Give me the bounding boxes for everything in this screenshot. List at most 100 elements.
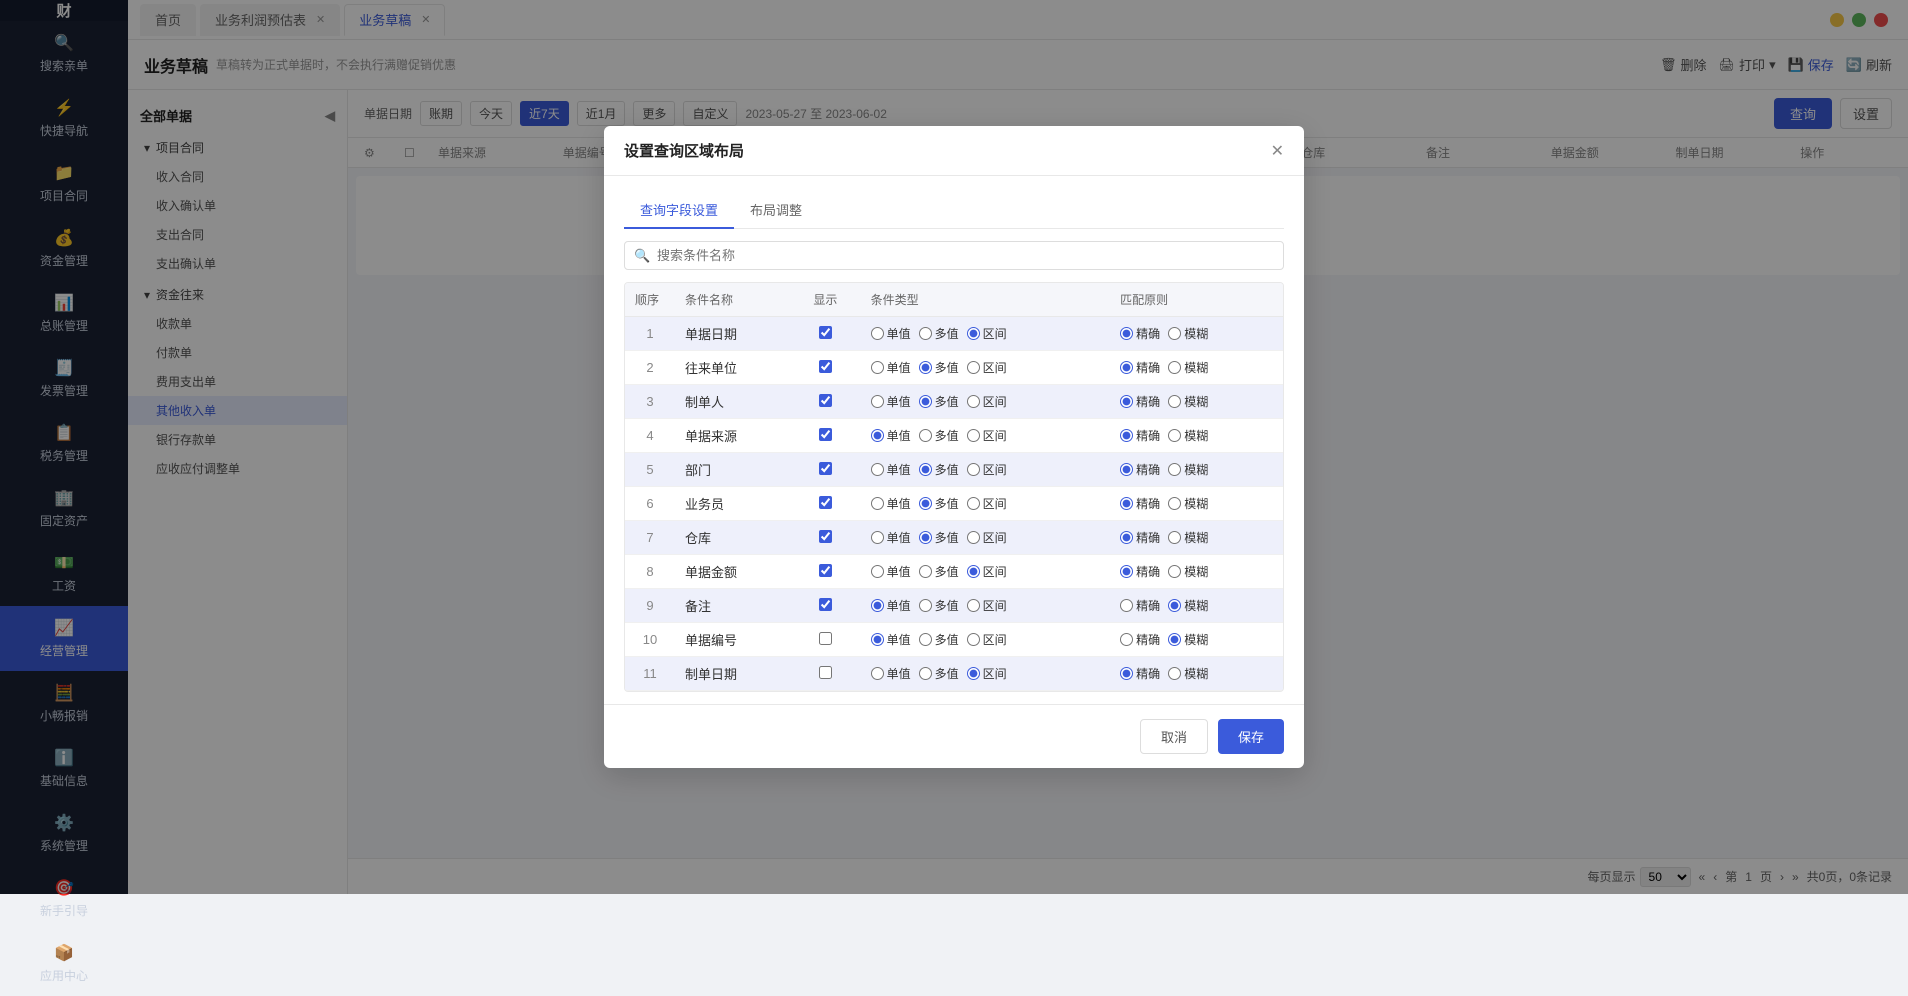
cancel-button[interactable]: 取消 — [1140, 719, 1208, 754]
radio-exact[interactable]: 精确 — [1120, 495, 1160, 512]
radio-exact[interactable]: 精确 — [1120, 427, 1160, 444]
radio-single[interactable]: 单值 — [871, 563, 911, 580]
radio-exact[interactable]: 精确 — [1120, 597, 1160, 614]
modal-close-button[interactable]: ✕ — [1271, 141, 1284, 161]
row-match[interactable]: 精确 模糊 — [1110, 385, 1283, 419]
radio-range[interactable]: 区间 — [967, 325, 1007, 342]
radio-range[interactable]: 区间 — [967, 597, 1007, 614]
modal-save-button[interactable]: 保存 — [1218, 719, 1284, 754]
radio-multi[interactable]: 多值 — [919, 631, 959, 648]
row-type[interactable]: 单值 多值 区间 — [861, 351, 1111, 385]
radio-single[interactable]: 单值 — [871, 427, 911, 444]
row-match[interactable]: 精确 模糊 — [1110, 487, 1283, 521]
row-display[interactable] — [790, 419, 860, 453]
row-display[interactable] — [790, 385, 860, 419]
row-type[interactable]: 单值 多值 区间 — [861, 487, 1111, 521]
radio-range[interactable]: 区间 — [967, 461, 1007, 478]
row-match[interactable]: 精确 模糊 — [1110, 317, 1283, 351]
radio-exact[interactable]: 精确 — [1120, 359, 1160, 376]
radio-range[interactable]: 区间 — [967, 427, 1007, 444]
radio-single[interactable]: 单值 — [871, 631, 911, 648]
radio-range[interactable]: 区间 — [967, 631, 1007, 648]
row-type[interactable]: 单值 多值 区间 — [861, 385, 1111, 419]
row-type[interactable]: 单值 多值 区间 — [861, 589, 1111, 623]
th-display: 显示 — [790, 283, 860, 317]
row-type[interactable]: 单值 多值 区间 — [861, 657, 1111, 691]
row-match[interactable]: 精确 模糊 — [1110, 419, 1283, 453]
row-type[interactable]: 单值 多值 区间 — [861, 555, 1111, 589]
row-display[interactable] — [790, 555, 860, 589]
row-display[interactable] — [790, 623, 860, 657]
row-type[interactable]: 单值 多值 区间 — [861, 419, 1111, 453]
modal-tab-layout[interactable]: 布局调整 — [734, 192, 818, 229]
radio-multi[interactable]: 多值 — [919, 529, 959, 546]
radio-single[interactable]: 单值 — [871, 495, 911, 512]
radio-multi[interactable]: 多值 — [919, 665, 959, 682]
radio-multi[interactable]: 多值 — [919, 597, 959, 614]
radio-exact[interactable]: 精确 — [1120, 563, 1160, 580]
row-display[interactable] — [790, 317, 860, 351]
radio-single[interactable]: 单值 — [871, 393, 911, 410]
radio-multi[interactable]: 多值 — [919, 393, 959, 410]
row-display[interactable] — [790, 521, 860, 555]
radio-multi[interactable]: 多值 — [919, 563, 959, 580]
radio-single[interactable]: 单值 — [871, 529, 911, 546]
radio-range[interactable]: 区间 — [967, 563, 1007, 580]
radio-fuzzy[interactable]: 模糊 — [1168, 461, 1208, 478]
radio-fuzzy[interactable]: 模糊 — [1168, 393, 1208, 410]
row-name: 业务员 — [675, 487, 790, 521]
sidebar-item-apps[interactable]: 📦 应用中心 — [0, 931, 128, 996]
row-display[interactable] — [790, 487, 860, 521]
radio-multi[interactable]: 多值 — [919, 325, 959, 342]
radio-exact[interactable]: 精确 — [1120, 461, 1160, 478]
radio-single[interactable]: 单值 — [871, 359, 911, 376]
row-name: 单据编号 — [675, 623, 790, 657]
radio-multi[interactable]: 多值 — [919, 495, 959, 512]
radio-range[interactable]: 区间 — [967, 665, 1007, 682]
row-type[interactable]: 单值 多值 区间 — [861, 317, 1111, 351]
radio-range[interactable]: 区间 — [967, 495, 1007, 512]
radio-fuzzy[interactable]: 模糊 — [1168, 427, 1208, 444]
radio-range[interactable]: 区间 — [967, 529, 1007, 546]
table-row: 11制单日期 单值 多值 区间 精确 模糊 — [625, 657, 1283, 691]
row-display[interactable] — [790, 453, 860, 487]
radio-exact[interactable]: 精确 — [1120, 325, 1160, 342]
radio-fuzzy[interactable]: 模糊 — [1168, 529, 1208, 546]
row-display[interactable] — [790, 589, 860, 623]
row-match[interactable]: 精确 模糊 — [1110, 589, 1283, 623]
modal-search-input[interactable] — [624, 241, 1284, 270]
radio-multi[interactable]: 多值 — [919, 461, 959, 478]
radio-exact[interactable]: 精确 — [1120, 393, 1160, 410]
row-match[interactable]: 精确 模糊 — [1110, 521, 1283, 555]
radio-fuzzy[interactable]: 模糊 — [1168, 359, 1208, 376]
radio-single[interactable]: 单值 — [871, 461, 911, 478]
radio-fuzzy[interactable]: 模糊 — [1168, 631, 1208, 648]
radio-exact[interactable]: 精确 — [1120, 631, 1160, 648]
radio-fuzzy[interactable]: 模糊 — [1168, 563, 1208, 580]
table-row: 7仓库 单值 多值 区间 精确 模糊 — [625, 521, 1283, 555]
radio-fuzzy[interactable]: 模糊 — [1168, 495, 1208, 512]
radio-range[interactable]: 区间 — [967, 393, 1007, 410]
row-type[interactable]: 单值 多值 区间 — [861, 453, 1111, 487]
row-display[interactable] — [790, 657, 860, 691]
radio-range[interactable]: 区间 — [967, 359, 1007, 376]
row-match[interactable]: 精确 模糊 — [1110, 657, 1283, 691]
radio-single[interactable]: 单值 — [871, 597, 911, 614]
row-match[interactable]: 精确 模糊 — [1110, 623, 1283, 657]
radio-multi[interactable]: 多值 — [919, 359, 959, 376]
radio-fuzzy[interactable]: 模糊 — [1168, 325, 1208, 342]
radio-exact[interactable]: 精确 — [1120, 529, 1160, 546]
row-match[interactable]: 精确 模糊 — [1110, 453, 1283, 487]
radio-single[interactable]: 单值 — [871, 665, 911, 682]
modal-tab-field[interactable]: 查询字段设置 — [624, 192, 734, 229]
radio-single[interactable]: 单值 — [871, 325, 911, 342]
row-type[interactable]: 单值 多值 区间 — [861, 521, 1111, 555]
row-display[interactable] — [790, 351, 860, 385]
radio-fuzzy[interactable]: 模糊 — [1168, 665, 1208, 682]
row-match[interactable]: 精确 模糊 — [1110, 351, 1283, 385]
radio-exact[interactable]: 精确 — [1120, 665, 1160, 682]
radio-multi[interactable]: 多值 — [919, 427, 959, 444]
row-type[interactable]: 单值 多值 区间 — [861, 623, 1111, 657]
row-match[interactable]: 精确 模糊 — [1110, 555, 1283, 589]
radio-fuzzy[interactable]: 模糊 — [1168, 597, 1208, 614]
